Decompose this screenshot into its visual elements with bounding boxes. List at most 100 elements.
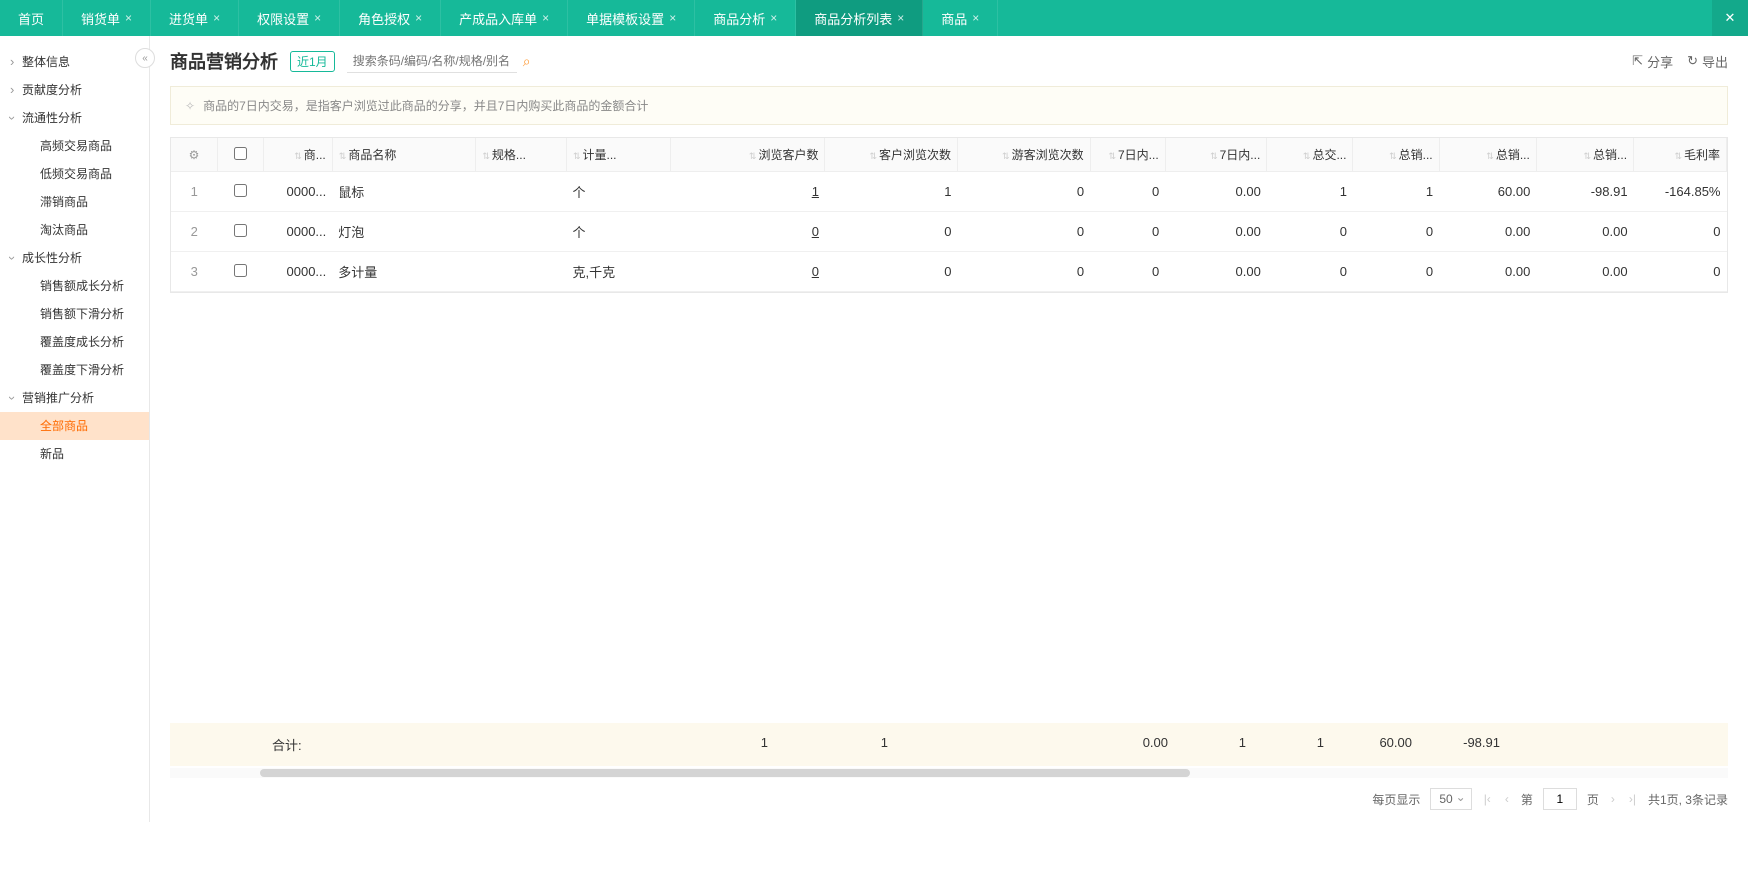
sort-icon[interactable]: ⇅: [339, 151, 347, 162]
sidebar-item-9[interactable]: 销售额下滑分析: [0, 300, 149, 328]
select-all-checkbox[interactable]: [234, 147, 247, 160]
column-header-c12[interactable]: ⇅总销...: [1439, 138, 1536, 172]
cell: 1: [825, 172, 958, 212]
sidebar-item-14[interactable]: 新品: [0, 440, 149, 468]
sort-icon[interactable]: ⇅: [1002, 151, 1010, 162]
sort-icon[interactable]: ⇅: [749, 151, 757, 162]
scrollbar-thumb[interactable]: [260, 769, 1190, 777]
column-header-c9[interactable]: ⇅7日内...: [1165, 138, 1267, 172]
column-header-c3[interactable]: ⇅规格...: [476, 138, 567, 172]
tab-5[interactable]: 产成品入库单×: [441, 0, 568, 36]
cell: 1: [171, 172, 217, 212]
sort-icon[interactable]: ⇅: [1584, 151, 1592, 162]
cell: 0: [958, 172, 1091, 212]
sidebar-item-11[interactable]: 覆盖度下滑分析: [0, 356, 149, 384]
horizontal-scrollbar[interactable]: [170, 768, 1728, 778]
summary-cell: [328, 735, 458, 754]
column-header-c4[interactable]: ⇅计量...: [566, 138, 670, 172]
column-header-check[interactable]: [217, 138, 263, 172]
row-checkbox[interactable]: [234, 184, 247, 197]
browse-customers-link[interactable]: 0: [812, 264, 819, 279]
sort-icon[interactable]: ⇅: [294, 151, 302, 162]
sort-icon[interactable]: ⇅: [1486, 151, 1494, 162]
sort-icon[interactable]: ⇅: [1389, 151, 1397, 162]
sidebar-item-7[interactable]: 成长性分析: [0, 244, 149, 272]
sidebar-item-13[interactable]: 全部商品: [0, 412, 149, 440]
next-page-button[interactable]: ›: [1609, 792, 1617, 806]
cell: 60.00: [1439, 172, 1536, 212]
sidebar-item-1[interactable]: 贡献度分析: [0, 76, 149, 104]
sidebar-item-0[interactable]: 整体信息: [0, 48, 149, 76]
sort-icon[interactable]: ⇅: [1674, 151, 1682, 162]
prev-page-button[interactable]: ‹: [1503, 792, 1511, 806]
tab-close-icon[interactable]: ×: [213, 11, 220, 25]
sort-icon[interactable]: ⇅: [1303, 151, 1311, 162]
tab-9[interactable]: 商品×: [923, 0, 998, 36]
sort-icon[interactable]: ⇅: [1108, 151, 1116, 162]
page-number-input[interactable]: [1543, 788, 1577, 810]
row-checkbox[interactable]: [234, 224, 247, 237]
per-page-select[interactable]: 50: [1430, 788, 1471, 810]
close-all-tabs-button[interactable]: ✕: [1712, 0, 1748, 36]
tab-7[interactable]: 商品分析×: [695, 0, 796, 36]
sort-icon[interactable]: ⇅: [573, 151, 581, 162]
column-header-gear[interactable]: ⚙: [171, 138, 217, 172]
cell: 鼠标: [332, 172, 476, 212]
tab-4[interactable]: 角色授权×: [340, 0, 441, 36]
tab-close-icon[interactable]: ×: [770, 11, 777, 25]
period-tag[interactable]: 近1月: [290, 51, 335, 72]
sort-icon[interactable]: ⇅: [1210, 151, 1218, 162]
sidebar-item-2[interactable]: 流通性分析: [0, 104, 149, 132]
browse-customers-link[interactable]: 1: [812, 184, 819, 199]
search-input[interactable]: [347, 50, 517, 73]
column-header-c5[interactable]: ⇅浏览客户数: [670, 138, 825, 172]
tab-close-icon[interactable]: ×: [415, 11, 422, 25]
browse-customers-link[interactable]: 0: [812, 224, 819, 239]
tab-close-icon[interactable]: ×: [897, 11, 904, 25]
column-header-c7[interactable]: ⇅游客浏览次数: [958, 138, 1091, 172]
sidebar-item-3[interactable]: 高频交易商品: [0, 132, 149, 160]
column-header-c2[interactable]: ⇅商品名称: [332, 138, 476, 172]
summary-cell: 1: [634, 735, 774, 754]
first-page-button[interactable]: |‹: [1482, 792, 1493, 806]
gear-icon[interactable]: ⚙: [189, 148, 200, 162]
sidebar-item-12[interactable]: 营销推广分析: [0, 384, 149, 412]
column-header-c11[interactable]: ⇅总销...: [1353, 138, 1439, 172]
column-header-c1[interactable]: ⇅商...: [264, 138, 332, 172]
sidebar-item-8[interactable]: 销售额成长分析: [0, 272, 149, 300]
sort-icon[interactable]: ⇅: [482, 151, 490, 162]
column-header-c14[interactable]: ⇅毛利率: [1634, 138, 1727, 172]
column-header-c8[interactable]: ⇅7日内...: [1090, 138, 1165, 172]
summary-cell: 0.00: [1082, 735, 1174, 754]
sort-icon[interactable]: ⇅: [869, 151, 877, 162]
collapse-sidebar-button[interactable]: «: [135, 48, 155, 68]
sidebar-item-6[interactable]: 淘汰商品: [0, 216, 149, 244]
tab-6[interactable]: 单据模板设置×: [568, 0, 695, 36]
sidebar-item-5[interactable]: 滞销商品: [0, 188, 149, 216]
tab-close-icon[interactable]: ×: [972, 11, 979, 25]
summary-cell: [1014, 735, 1082, 754]
tab-2[interactable]: 进货单×: [151, 0, 239, 36]
share-button[interactable]: ⇱分享: [1632, 52, 1673, 71]
row-checkbox[interactable]: [234, 264, 247, 277]
tab-0[interactable]: 首页: [0, 0, 63, 36]
sidebar-item-4[interactable]: 低频交易商品: [0, 160, 149, 188]
cell: [217, 212, 263, 252]
tab-close-icon[interactable]: ×: [125, 11, 132, 25]
last-page-button[interactable]: ›|: [1627, 792, 1638, 806]
tab-close-icon[interactable]: ×: [314, 11, 321, 25]
column-header-c13[interactable]: ⇅总销...: [1536, 138, 1633, 172]
sidebar-item-10[interactable]: 覆盖度成长分析: [0, 328, 149, 356]
search-icon[interactable]: ⌕: [523, 53, 531, 70]
tab-close-icon[interactable]: ×: [542, 11, 549, 25]
tab-3[interactable]: 权限设置×: [239, 0, 340, 36]
tab-1[interactable]: 销货单×: [63, 0, 151, 36]
summary-cell: [182, 735, 224, 754]
cell: 0: [958, 212, 1091, 252]
tab-close-icon[interactable]: ×: [669, 11, 676, 25]
column-header-c10[interactable]: ⇅总交...: [1267, 138, 1353, 172]
column-header-c6[interactable]: ⇅客户浏览次数: [825, 138, 958, 172]
tab-8[interactable]: 商品分析列表×: [796, 0, 923, 36]
export-button[interactable]: ↻导出: [1687, 52, 1728, 71]
main-content: 商品营销分析 近1月 ⌕ ⇱分享 ↻导出 ✧ 商品的7日内交易，是指客户浏览过此…: [150, 36, 1748, 822]
